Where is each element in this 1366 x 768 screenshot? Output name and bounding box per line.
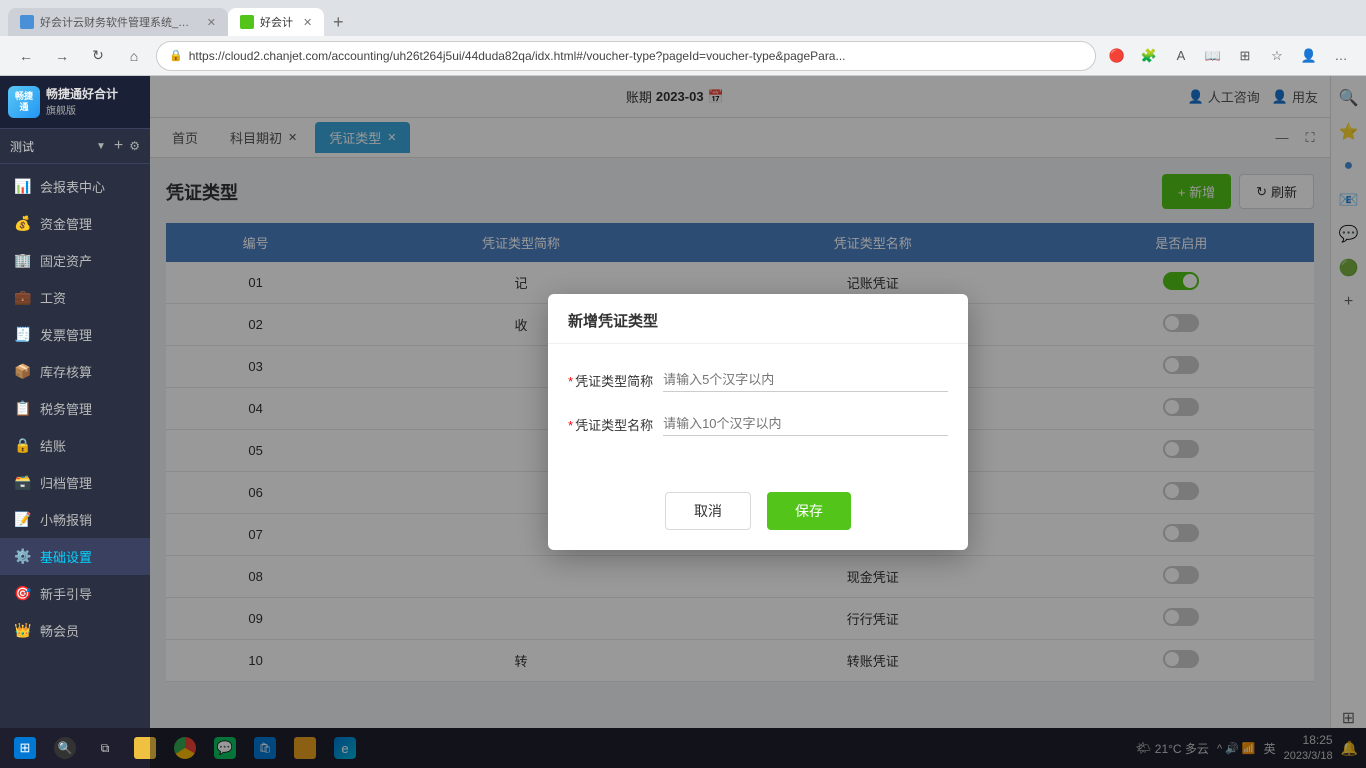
tab-title-1: 好会计云财务软件管理系统_会计 bbox=[40, 14, 197, 30]
sidebar-item-invoice[interactable]: 🧾 发票管理 bbox=[0, 316, 150, 353]
forward-button[interactable]: → bbox=[48, 42, 76, 70]
add-company-icon[interactable]: + bbox=[114, 137, 123, 155]
expense-icon: 📝 bbox=[14, 511, 32, 529]
company-name: 测试 bbox=[10, 138, 92, 155]
sidebar-company[interactable]: 测试 ▼ + ⚙ bbox=[0, 129, 150, 164]
url-bar[interactable]: 🔒 https://cloud2.chanjet.com/accounting/… bbox=[156, 41, 1096, 71]
company-dropdown-icon[interactable]: ▼ bbox=[96, 141, 106, 152]
favorites-icon[interactable]: ☆ bbox=[1264, 43, 1290, 69]
cancel-button[interactable]: 取消 bbox=[665, 492, 751, 530]
fixed-assets-icon: 🏢 bbox=[14, 252, 32, 270]
sidebar-app-title: 畅捷通好合计 bbox=[46, 87, 118, 103]
tab-title-2: 好会计 bbox=[260, 14, 293, 30]
sidebar-item-payroll-label: 工资 bbox=[40, 288, 66, 307]
reload-button[interactable]: ↻ bbox=[84, 42, 112, 70]
new-tab-button[interactable]: + bbox=[324, 8, 352, 36]
sidebar-item-tax[interactable]: 📋 税务管理 bbox=[0, 390, 150, 427]
settings-icon: ⚙️ bbox=[14, 548, 32, 566]
tab-favicon-2 bbox=[240, 15, 254, 29]
translate-icon[interactable]: A bbox=[1168, 43, 1194, 69]
browser-tab-2[interactable]: 好会计 ✕ bbox=[228, 8, 324, 36]
form-row-short: 凭证类型简称 bbox=[568, 368, 948, 392]
sidebar-item-inventory-label: 库存核算 bbox=[40, 362, 92, 381]
sidebar-item-guide-label: 新手引导 bbox=[40, 584, 92, 603]
sidebar-nav: 📊 会报表中心 💰 资金管理 🏢 固定资产 💼 工资 🧾 发票管理 📦 bbox=[0, 164, 150, 734]
sidebar-item-fund-label: 资金管理 bbox=[40, 214, 92, 233]
browser-chrome: 好会计云财务软件管理系统_会计 ✕ 好会计 ✕ + bbox=[0, 0, 1366, 36]
short-input[interactable] bbox=[663, 368, 948, 392]
sidebar-app-subtitle: 旗舰版 bbox=[46, 102, 118, 117]
sidebar-item-invoice-label: 发票管理 bbox=[40, 325, 92, 344]
modal-footer: 取消 保存 bbox=[548, 480, 968, 550]
inventory-icon: 📦 bbox=[14, 363, 32, 381]
search-taskbar-button[interactable]: 🔍 bbox=[48, 731, 82, 765]
extensions-icon[interactable]: 🧩 bbox=[1136, 43, 1162, 69]
sidebar-header: 畅捷通 畅捷通好合计 旗舰版 bbox=[0, 76, 150, 129]
tab-favicon-1 bbox=[20, 15, 34, 29]
start-button[interactable]: ⊞ bbox=[8, 731, 42, 765]
payroll-icon: 💼 bbox=[14, 289, 32, 307]
member-icon: 👑 bbox=[14, 622, 32, 640]
browser-tab-1[interactable]: 好会计云财务软件管理系统_会计 ✕ bbox=[8, 8, 228, 36]
sidebar-item-inventory[interactable]: 📦 库存核算 bbox=[0, 353, 150, 390]
save-button[interactable]: 保存 bbox=[767, 492, 851, 530]
tab-bar: 好会计云财务软件管理系统_会计 ✕ 好会计 ✕ + bbox=[8, 0, 352, 36]
sidebar-item-fixed-assets[interactable]: 🏢 固定资产 bbox=[0, 242, 150, 279]
closing-icon: 🔒 bbox=[14, 437, 32, 455]
sidebar-item-closing-label: 结账 bbox=[40, 436, 66, 455]
settings-company-icon[interactable]: ⚙ bbox=[129, 139, 140, 153]
sidebar-title-block: 畅捷通好合计 旗舰版 bbox=[46, 87, 118, 118]
sidebar-item-expense-label: 小畅报销 bbox=[40, 510, 92, 529]
task-view-button[interactable]: ⧉ bbox=[88, 731, 122, 765]
sidebar-item-archive[interactable]: 🗃️ 归档管理 bbox=[0, 464, 150, 501]
sidebar-logo: 畅捷通 bbox=[8, 86, 40, 118]
profile-icon[interactable]: 👤 bbox=[1296, 43, 1322, 69]
invoice-icon: 🧾 bbox=[14, 326, 32, 344]
windows-logo: ⊞ bbox=[14, 737, 36, 759]
address-bar-icons: 🔴 🧩 A 📖 ⊞ ☆ 👤 … bbox=[1104, 43, 1354, 69]
more-icon[interactable]: … bbox=[1328, 43, 1354, 69]
sidebar-item-settings-label: 基础设置 bbox=[40, 547, 92, 566]
url-text: https://cloud2.chanjet.com/accounting/uh… bbox=[189, 49, 846, 63]
sidebar-item-dashboard-label: 会报表中心 bbox=[40, 177, 105, 196]
back-button[interactable]: ← bbox=[12, 42, 40, 70]
sidebar-item-dashboard[interactable]: 📊 会报表中心 bbox=[0, 168, 150, 205]
sidebar-item-member[interactable]: 👑 畅会员 bbox=[0, 612, 150, 649]
fund-icon: 💰 bbox=[14, 215, 32, 233]
dashboard-icon: 📊 bbox=[14, 178, 32, 196]
guide-icon: 🎯 bbox=[14, 585, 32, 603]
archive-icon: 🗃️ bbox=[14, 474, 32, 492]
sidebar-item-fixed-assets-label: 固定资产 bbox=[40, 251, 92, 270]
task-view-icon: ⧉ bbox=[94, 737, 116, 759]
bookmark-icon[interactable]: 🔴 bbox=[1104, 43, 1130, 69]
tax-icon: 📋 bbox=[14, 400, 32, 418]
tab-close-2[interactable]: ✕ bbox=[303, 16, 312, 29]
sidebar-item-tax-label: 税务管理 bbox=[40, 399, 92, 418]
modal-body: 凭证类型简称 凭证类型名称 bbox=[548, 344, 968, 480]
sidebar: 畅捷通 畅捷通好合计 旗舰版 测试 ▼ + ⚙ 📊 会报表中心 💰 资金管理 � bbox=[0, 76, 150, 768]
add-voucher-modal: 新增凭证类型 凭证类型简称 凭证类型名称 取消 保存 bbox=[548, 294, 968, 550]
home-button[interactable]: ⌂ bbox=[120, 42, 148, 70]
name-label: 凭证类型名称 bbox=[568, 415, 663, 434]
sidebar-item-member-label: 畅会员 bbox=[40, 621, 79, 640]
address-bar: ← → ↻ ⌂ 🔒 https://cloud2.chanjet.com/acc… bbox=[0, 36, 1366, 76]
sidebar-item-guide[interactable]: 🎯 新手引导 bbox=[0, 575, 150, 612]
modal-overlay: 新增凭证类型 凭证类型简称 凭证类型名称 取消 保存 bbox=[150, 76, 1366, 768]
sidebar-item-payroll[interactable]: 💼 工资 bbox=[0, 279, 150, 316]
sidebar-item-archive-label: 归档管理 bbox=[40, 473, 92, 492]
form-row-name: 凭证类型名称 bbox=[568, 412, 948, 436]
search-taskbar-icon: 🔍 bbox=[54, 737, 76, 759]
short-label: 凭证类型简称 bbox=[568, 371, 663, 390]
read-icon[interactable]: 📖 bbox=[1200, 43, 1226, 69]
sidebar-item-fund[interactable]: 💰 资金管理 bbox=[0, 205, 150, 242]
sidebar-item-expense[interactable]: 📝 小畅报销 bbox=[0, 501, 150, 538]
sidebar-item-settings[interactable]: ⚙️ 基础设置 bbox=[0, 538, 150, 575]
split-icon[interactable]: ⊞ bbox=[1232, 43, 1258, 69]
name-input[interactable] bbox=[663, 412, 948, 436]
modal-title: 新增凭证类型 bbox=[548, 294, 968, 344]
sidebar-item-closing[interactable]: 🔒 结账 bbox=[0, 427, 150, 464]
tab-close-1[interactable]: ✕ bbox=[207, 16, 216, 29]
